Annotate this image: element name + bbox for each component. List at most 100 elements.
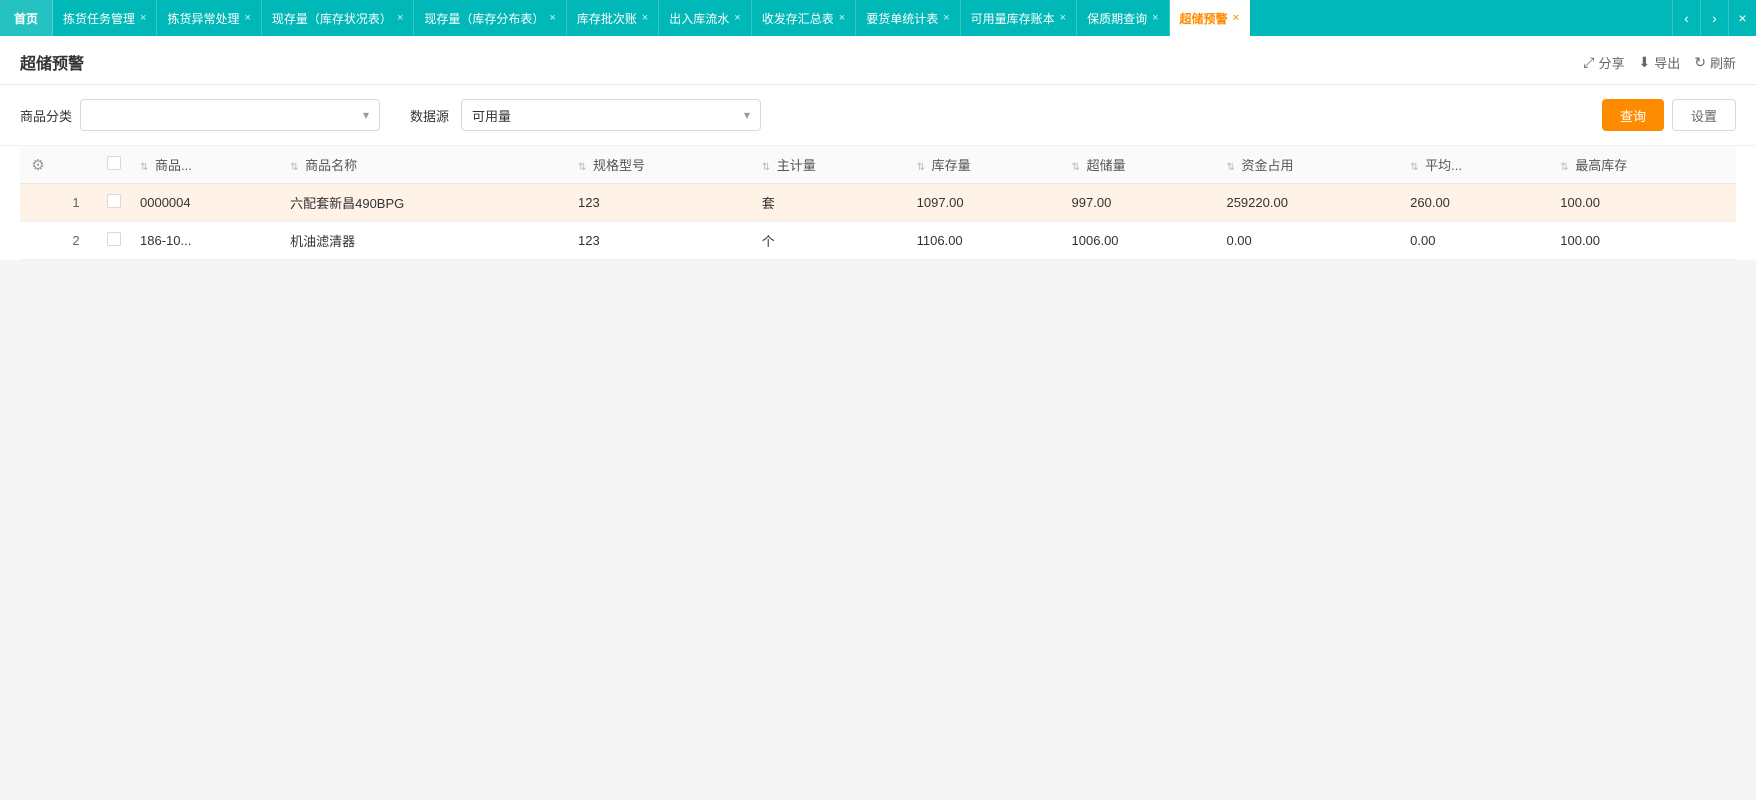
close-icon[interactable]: × [1233,12,1239,24]
tab-现存量库存分布表[interactable]: 现存量（库存分布表） × [414,0,566,36]
tab-拣货异常处理[interactable]: 拣货异常处理 × [157,0,261,36]
table-header-row: ⚙ ⇅ 商品... ⇅ 商品名称 ⇅ [20,146,1736,184]
row-index-cell: 1 [56,184,96,222]
nav-home[interactable]: 首页 [0,0,53,36]
settings-button[interactable]: 设置 [1672,99,1736,131]
sort-icon: ⇅ [1410,162,1418,173]
close-icon[interactable]: × [1060,12,1066,24]
row-unit-cell: 个 [754,222,909,260]
sort-icon: ⇅ [140,162,148,173]
row-checkbox-cell [96,184,132,222]
row-code-cell: 0000004 [132,184,282,222]
filter-area: 商品分类 ▾ 数据源 可用量 ▾ 查询 设置 [0,85,1756,146]
close-icon[interactable]: × [642,12,648,24]
data-table: ⚙ ⇅ 商品... ⇅ 商品名称 ⇅ [20,146,1736,260]
col-name-header[interactable]: ⇅ 商品名称 [282,146,570,184]
col-unit-header[interactable]: ⇅ 主计量 [754,146,909,184]
row-index-cell: 2 [56,222,96,260]
row-unit-cell: 套 [754,184,909,222]
nav-arrows: ‹ › × [1672,0,1756,36]
row-max-cell: 100.00 [1552,184,1736,222]
filter-buttons: 查询 设置 [1602,99,1736,131]
col-capital-header[interactable]: ⇅ 资金占用 [1218,146,1402,184]
close-icon[interactable]: × [734,12,740,24]
close-icon[interactable]: × [839,12,845,24]
col-code-header[interactable]: ⇅ 商品... [132,146,282,184]
col-settings-header: ⚙ [20,146,56,184]
row-stock-cell: 1106.00 [909,222,1064,260]
row-excess-cell: 1006.00 [1064,222,1219,260]
row-code-cell: 186-10... [132,222,282,260]
chevron-down-icon: ▾ [744,108,750,122]
query-button[interactable]: 查询 [1602,99,1664,131]
col-index-header [56,146,96,184]
row-capital-cell: 259220.00 [1218,184,1402,222]
category-filter-group: 商品分类 ▾ [20,99,380,131]
export-button[interactable]: ⬇ 导出 [1639,53,1681,72]
top-navigation: 首页 拣货任务管理 × 拣货异常处理 × 现存量（库存状况表） × 现存量（库存… [0,0,1756,36]
tab-可用量库存账本[interactable]: 可用量库存账本 × [961,0,1077,36]
row-settings-cell [20,184,56,222]
data-table-container: ⚙ ⇅ 商品... ⇅ 商品名称 ⇅ [0,146,1756,260]
row-settings-cell [20,222,56,260]
close-icon[interactable]: × [943,12,949,24]
tab-拣货任务管理[interactable]: 拣货任务管理 × [53,0,157,36]
col-checkbox-header [96,146,132,184]
category-select[interactable]: ▾ [80,99,380,131]
row-spec-cell: 123 [570,184,754,222]
close-icon[interactable]: × [244,12,250,24]
sort-icon: ⇅ [917,162,925,173]
row-checkbox-cell [96,222,132,260]
page-title: 超储预警 [20,50,84,74]
sort-icon: ⇅ [1560,162,1568,173]
close-icon[interactable]: × [140,12,146,24]
sort-icon: ⇅ [762,162,770,173]
close-icon[interactable]: × [1152,12,1158,24]
col-spec-header[interactable]: ⇅ 规格型号 [570,146,754,184]
nav-prev-button[interactable]: ‹ [1672,0,1700,36]
datasource-value: 可用量 [472,106,511,125]
row-name-cell: 六配套新昌490BPG [282,184,570,222]
table-row: 2 186-10... 机油滤清器 123 个 1106.00 1006.00 … [20,222,1736,260]
tab-现存量库存状况表[interactable]: 现存量（库存状况表） × [262,0,414,36]
row-capital-cell: 0.00 [1218,222,1402,260]
page-header: 超储预警 ⤢ 分享 ⬇ 导出 ↻ 刷新 [0,36,1756,85]
table-row: 1 0000004 六配套新昌490BPG 123 套 1097.00 997.… [20,184,1736,222]
refresh-button[interactable]: ↻ 刷新 [1694,53,1736,72]
share-icon: ⤢ [1583,54,1594,71]
chevron-down-icon: ▾ [363,108,369,122]
sort-icon: ⇅ [290,162,298,173]
row-avg-cell: 260.00 [1402,184,1552,222]
row-max-cell: 100.00 [1552,222,1736,260]
col-max-header[interactable]: ⇅ 最高库存 [1552,146,1736,184]
col-excess-header[interactable]: ⇅ 超储量 [1064,146,1219,184]
row-checkbox[interactable] [107,232,121,246]
row-avg-cell: 0.00 [1402,222,1552,260]
sort-icon: ⇅ [1072,162,1080,173]
col-stock-header[interactable]: ⇅ 库存量 [909,146,1064,184]
close-icon[interactable]: × [549,12,555,24]
tab-出入库流水[interactable]: 出入库流水 × [659,0,751,36]
gear-icon[interactable]: ⚙ [31,157,44,174]
datasource-select[interactable]: 可用量 ▾ [461,99,761,131]
main-content: 超储预警 ⤢ 分享 ⬇ 导出 ↻ 刷新 商品分类 ▾ 数据源 [0,36,1756,260]
col-avg-header[interactable]: ⇅ 平均... [1402,146,1552,184]
export-icon: ⬇ [1639,54,1651,71]
tab-收发存汇总表[interactable]: 收发存汇总表 × [752,0,856,36]
sort-icon: ⇅ [578,162,586,173]
share-button[interactable]: ⤢ 分享 [1583,53,1624,72]
close-icon[interactable]: × [397,12,403,24]
datasource-filter-group: 数据源 可用量 ▾ [410,99,761,131]
tab-要货单统计表[interactable]: 要货单统计表 × [856,0,960,36]
tab-保质期查询[interactable]: 保质期查询 × [1077,0,1169,36]
nav-close-button[interactable]: × [1728,0,1756,36]
row-name-cell: 机油滤清器 [282,222,570,260]
nav-next-button[interactable]: › [1700,0,1728,36]
row-excess-cell: 997.00 [1064,184,1219,222]
refresh-icon: ↻ [1694,54,1706,71]
select-all-checkbox[interactable] [107,156,121,170]
row-checkbox[interactable] [107,194,121,208]
datasource-label: 数据源 [410,106,449,125]
tab-超储预警[interactable]: 超储预警 × [1170,0,1250,36]
tab-库存批次账[interactable]: 库存批次账 × [567,0,659,36]
